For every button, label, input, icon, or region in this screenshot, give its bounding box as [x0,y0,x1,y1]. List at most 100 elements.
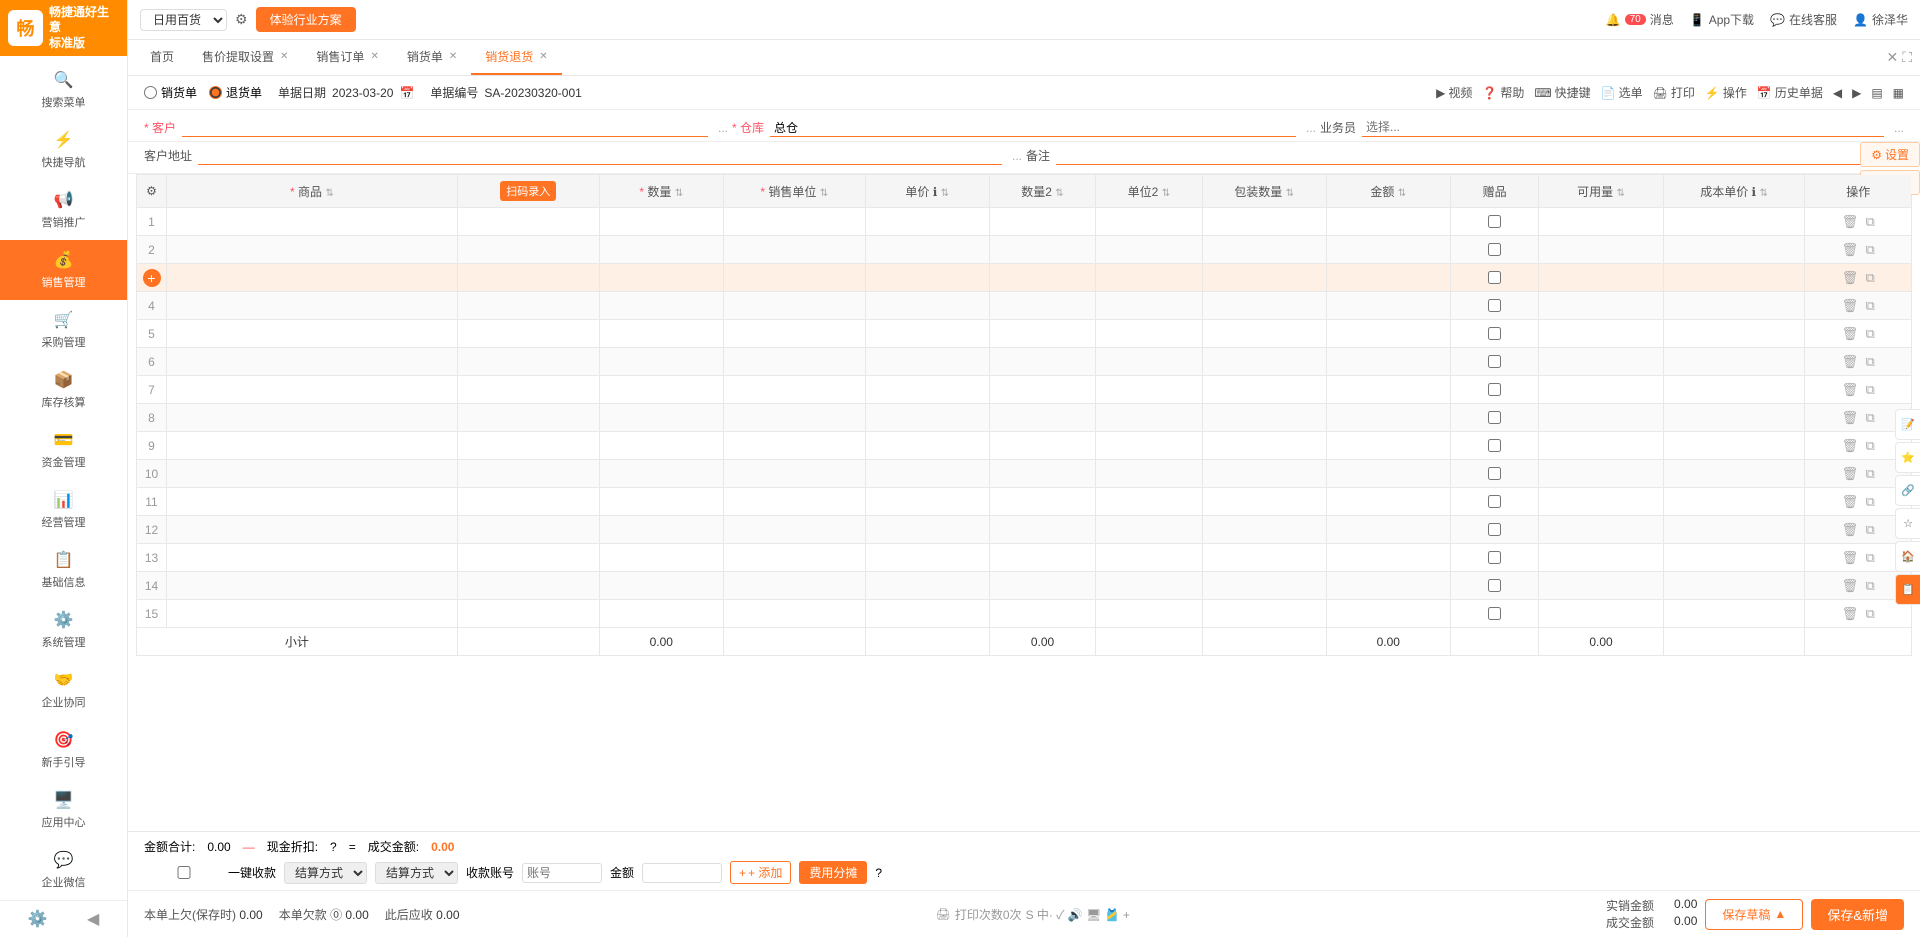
unit-cell-9[interactable] [723,432,865,460]
sidebar-item-enterprise[interactable]: 🤝 企业协同 [0,660,127,720]
price-cell-8[interactable] [865,404,989,432]
toolbar-select-btn[interactable]: 📄 选单 [1601,84,1643,101]
sidebar-item-wechat[interactable]: 💬 企业微信 [0,840,127,900]
save-draft-btn[interactable]: 保存草稿 ▲ [1705,899,1803,930]
amount-input[interactable] [642,863,722,883]
unit-cell-12[interactable] [723,516,865,544]
amount-cell-6[interactable] [1326,348,1450,376]
unit2-cell-6[interactable] [1096,348,1202,376]
qty2-cell-2[interactable] [989,236,1095,264]
gift-checkbox-10[interactable] [1488,467,1501,480]
price-cell-9[interactable] [865,432,989,460]
unit2-cell-4[interactable] [1096,292,1202,320]
toolbar-history-btn[interactable]: 📅 历史单据 [1757,84,1823,101]
gift-cell-8[interactable] [1450,404,1539,432]
gift-checkbox-3[interactable] [1488,271,1501,284]
product-cell-8[interactable] [167,404,458,432]
question-icon[interactable]: ? [330,840,337,854]
sidebar-item-purchase[interactable]: 🛒 采购管理 [0,300,127,360]
qty-cell-3[interactable] [599,264,723,292]
unit2-cell-13[interactable] [1096,544,1202,572]
avail-cell-10[interactable] [1539,460,1663,488]
product-cell-1[interactable] [167,208,458,236]
copy-icon-1[interactable]: ⧉ [1866,214,1875,229]
tab-expand-icon[interactable]: ⛶ [1902,49,1912,66]
qty-cell-12[interactable] [599,516,723,544]
calc-method-select[interactable]: 结算方式 [375,862,458,884]
delete-icon-10[interactable]: 🗑 [1842,466,1859,481]
one-click-checkbox[interactable] [144,866,224,879]
unit-cell-15[interactable] [723,600,865,628]
delete-icon-2[interactable]: 🗑 [1842,242,1859,257]
delete-icon-8[interactable]: 🗑 [1842,410,1859,425]
cost-sort-icon[interactable]: ⇅ [1759,188,1767,199]
qty2-sort-icon[interactable]: ⇅ [1055,188,1063,199]
avail-cell-5[interactable] [1539,320,1663,348]
unit2-sort-icon[interactable]: ⇅ [1162,188,1170,199]
toolbar-prev-btn[interactable]: ◀ [1833,86,1842,100]
copy-icon-15[interactable]: ⧉ [1866,606,1875,621]
salesperson-dots[interactable]: ... [1894,121,1904,135]
equals-icon[interactable]: = [349,840,356,854]
unit2-cell-15[interactable] [1096,600,1202,628]
qty-cell-8[interactable] [599,404,723,432]
due-question[interactable]: ⓪ [330,908,342,922]
sidebar-item-search[interactable]: 🔍 搜索菜单 [0,60,127,120]
amount-cell-7[interactable] [1326,376,1450,404]
qty2-cell-8[interactable] [989,404,1095,432]
pack-cell-3[interactable] [1202,264,1326,292]
industry-select[interactable]: 日用百货 [140,9,227,31]
one-click-collect-checkbox[interactable]: 一键收款 [144,864,276,881]
sidebar-item-inventory[interactable]: 📦 库存核算 [0,360,127,420]
amount-cell-11[interactable] [1326,488,1450,516]
toolbar-list-view-btn[interactable]: ▤ [1871,86,1882,100]
pack-cell-13[interactable] [1202,544,1326,572]
sidebar-item-system[interactable]: ⚙️ 系统管理 [0,600,127,660]
toolbar-print-btn[interactable]: 🖨 打印 [1653,84,1695,101]
gift-checkbox-11[interactable] [1488,495,1501,508]
qty2-cell-1[interactable] [989,208,1095,236]
qty-cell-13[interactable] [599,544,723,572]
salesperson-input[interactable] [1362,118,1884,137]
pack-cell-5[interactable] [1202,320,1326,348]
user-item[interactable]: 👤 徐泽华 [1853,11,1908,28]
right-panel-notes-btn[interactable]: 📝 [1895,409,1920,440]
unit-cell-2[interactable] [723,236,865,264]
topbar-gear-icon[interactable]: ⚙ [235,11,248,28]
tab-sales-delivery-close[interactable]: ✕ [449,51,457,62]
right-panel-fav-btn[interactable]: ☆ [1895,508,1920,539]
product-cell-2[interactable] [167,236,458,264]
product-cell-9[interactable] [167,432,458,460]
amount-cell-13[interactable] [1326,544,1450,572]
qty2-cell-5[interactable] [989,320,1095,348]
notice-item[interactable]: 🔔 70 消息 [1606,11,1674,28]
collapse-icon[interactable]: ◀ [87,909,99,929]
delete-icon-15[interactable]: 🗑 [1842,606,1859,621]
split-btn[interactable]: 费用分摊 [799,861,867,884]
price-cell-7[interactable] [865,376,989,404]
sidebar-item-marketing[interactable]: 📢 营销推广 [0,180,127,240]
copy-icon-7[interactable]: ⧉ [1866,382,1875,397]
avail-cell-12[interactable] [1539,516,1663,544]
unit-cell-1[interactable] [723,208,865,236]
gift-checkbox-1[interactable] [1488,215,1501,228]
avail-cell-3[interactable] [1539,264,1663,292]
unit2-cell-11[interactable] [1096,488,1202,516]
gift-checkbox-9[interactable] [1488,439,1501,452]
radio-sales-delivery[interactable]: 销货单 [144,84,197,101]
gift-cell-14[interactable] [1450,572,1539,600]
tab-sales-order[interactable]: 销售订单 ✕ [302,40,392,75]
unit2-cell-12[interactable] [1096,516,1202,544]
copy-icon-5[interactable]: ⧉ [1866,326,1875,341]
gift-checkbox-13[interactable] [1488,551,1501,564]
unit-cell-8[interactable] [723,404,865,432]
add-payment-btn[interactable]: + + 添加 [730,861,791,884]
gift-cell-7[interactable] [1450,376,1539,404]
gift-cell-13[interactable] [1450,544,1539,572]
unit2-cell-9[interactable] [1096,432,1202,460]
tab-price-settings-close[interactable]: ✕ [280,51,288,62]
product-cell-3[interactable] [167,264,458,292]
radio-sales-return-input[interactable] [209,86,222,99]
pack-cell-8[interactable] [1202,404,1326,432]
price-cell-12[interactable] [865,516,989,544]
